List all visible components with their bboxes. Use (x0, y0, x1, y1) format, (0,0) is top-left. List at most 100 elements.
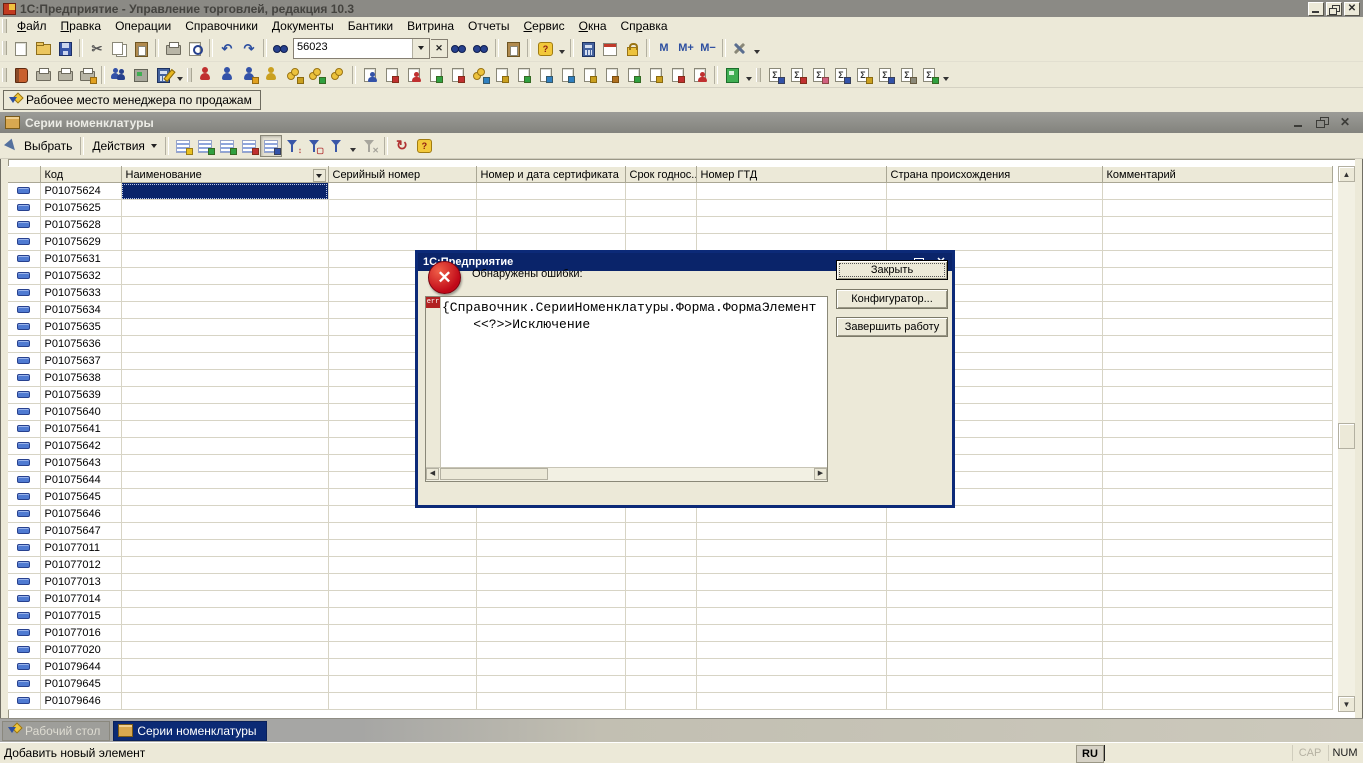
cell-Комментарий[interactable] (1102, 199, 1333, 217)
code-cell[interactable]: P01079645 (40, 675, 122, 693)
report-clients-button[interactable]: Σ (786, 64, 808, 86)
cell-Комментарий[interactable] (1102, 335, 1333, 353)
cell-Серийный номер[interactable] (328, 658, 477, 676)
undo-button[interactable]: ↶ (216, 37, 238, 59)
menu-отчеты[interactable]: Отчеты (461, 18, 516, 34)
transfer-doc-button[interactable] (535, 64, 557, 86)
code-cell[interactable]: P01075639 (40, 386, 122, 404)
toolbar-standard-more-button[interactable] (751, 37, 762, 59)
menu-документы[interactable]: Документы (265, 18, 341, 34)
toolbar-documents-grip[interactable] (187, 67, 192, 82)
toolbar-documents-more-button[interactable] (940, 64, 951, 86)
error-text-area[interactable]: err {Справочник.СерииНоменклатуры.Форма.… (425, 296, 828, 482)
cell-Наименование[interactable] (121, 182, 329, 200)
copy-button[interactable] (108, 37, 130, 59)
new-document-button[interactable] (10, 37, 32, 59)
column-header-Комментарий[interactable]: Комментарий (1102, 166, 1333, 183)
cash-book-button[interactable] (10, 64, 32, 86)
row-type-cell[interactable] (8, 556, 41, 574)
table-vertical-scrollbar[interactable]: ▲ ▼ (1338, 166, 1355, 712)
hscroll-right-button[interactable]: ▶ (814, 468, 827, 480)
cell-Комментарий[interactable] (1102, 454, 1333, 472)
service-tools-button[interactable] (729, 37, 751, 59)
cell-Наименование[interactable] (121, 454, 329, 472)
cell-Серийный номер[interactable] (328, 505, 477, 523)
scroll-up-button[interactable]: ▲ (1338, 166, 1355, 182)
cell-Срок годнос...[interactable] (625, 522, 697, 540)
configurator-button[interactable]: Конфигуратор... (836, 289, 948, 309)
calendar-button[interactable] (599, 37, 621, 59)
code-cell[interactable]: P01075638 (40, 369, 122, 387)
mdi-close-button[interactable] (1338, 116, 1352, 129)
code-cell[interactable]: P01077015 (40, 607, 122, 625)
find-button[interactable] (270, 37, 292, 59)
cell-Серийный номер[interactable] (328, 675, 477, 693)
cell-Номер ГТД[interactable] (696, 573, 887, 591)
cut-button[interactable]: ✂ (86, 37, 108, 59)
approve-doc-button[interactable] (623, 64, 645, 86)
paste-buffer-button[interactable] (502, 37, 524, 59)
print-sales-doc-button[interactable] (32, 64, 54, 86)
row-type-cell[interactable] (8, 352, 41, 370)
cell-Номер ГТД[interactable] (696, 522, 887, 540)
cell-Наименование[interactable] (121, 199, 329, 217)
hscroll-thumb[interactable] (440, 468, 548, 480)
report-money-button[interactable]: Σ (874, 64, 896, 86)
cell-Наименование[interactable] (121, 488, 329, 506)
cell-Срок годнос...[interactable] (625, 182, 697, 200)
toolbar-documents-grip[interactable] (756, 67, 761, 82)
M--button[interactable]: M− (697, 37, 719, 59)
cell-Страна происхождения[interactable] (886, 556, 1103, 574)
menu-окна[interactable]: Окна (572, 18, 614, 34)
code-cell[interactable]: P01075631 (40, 250, 122, 268)
language-indicator[interactable]: RU (1076, 745, 1104, 763)
row-type-cell[interactable] (8, 471, 41, 489)
row-type-cell[interactable] (8, 199, 41, 217)
payment-out-doc-button[interactable] (447, 64, 469, 86)
cell-Комментарий[interactable] (1102, 624, 1333, 642)
column-header-Наименование[interactable]: Наименование (121, 166, 329, 183)
cell-Серийный номер[interactable] (328, 233, 477, 251)
cell-Страна происхождения[interactable] (886, 216, 1103, 234)
cell-Страна происхождения[interactable] (886, 658, 1103, 676)
row-type-cell[interactable] (8, 318, 41, 336)
row-type-cell[interactable] (8, 539, 41, 557)
row-type-cell[interactable] (8, 301, 41, 319)
row-type-cell[interactable] (8, 505, 41, 523)
cell-Комментарий[interactable] (1102, 352, 1333, 370)
row-type-cell[interactable] (8, 522, 41, 540)
pos-terminal-button[interactable] (721, 64, 743, 86)
cell-Серийный номер[interactable] (328, 692, 477, 710)
order-doc-button[interactable] (359, 64, 381, 86)
row-type-cell[interactable] (8, 284, 41, 302)
menu-справка[interactable]: Справка (614, 18, 675, 34)
menu-бантики[interactable]: Бантики (341, 18, 400, 34)
cell-Наименование[interactable] (121, 692, 329, 710)
report-partners-button[interactable]: Σ (808, 64, 830, 86)
menu-файл[interactable]: Файл (10, 18, 54, 34)
code-cell[interactable]: P01075645 (40, 488, 122, 506)
cell-Комментарий[interactable] (1102, 556, 1333, 574)
cell-Комментарий[interactable] (1102, 692, 1333, 710)
row-type-cell[interactable] (8, 641, 41, 659)
code-cell[interactable]: P01075646 (40, 505, 122, 523)
cell-Наименование[interactable] (121, 556, 329, 574)
column-header-Страна происхождения[interactable]: Страна происхождения (886, 166, 1103, 183)
cell-Номер ГТД[interactable] (696, 641, 887, 659)
cell-Номер и дата сертификата[interactable] (476, 199, 626, 217)
menu-grip[interactable] (2, 19, 7, 33)
search-combobox[interactable]: 56023 (293, 37, 430, 59)
cell-Номер и дата сертификата[interactable] (476, 675, 626, 693)
cell-Срок годнос...[interactable] (625, 573, 697, 591)
refresh-button[interactable]: ↻ (391, 135, 413, 157)
cell-Номер и дата сертификата[interactable] (476, 607, 626, 625)
M+-button[interactable]: M+ (675, 37, 697, 59)
cell-Наименование[interactable] (121, 301, 329, 319)
cell-Наименование[interactable] (121, 437, 329, 455)
row-type-cell[interactable] (8, 624, 41, 642)
cell-Наименование[interactable] (121, 675, 329, 693)
cell-Номер ГТД[interactable] (696, 539, 887, 557)
cell-Комментарий[interactable] (1102, 301, 1333, 319)
sales-basket-button[interactable] (283, 64, 305, 86)
cell-Наименование[interactable] (121, 590, 329, 608)
